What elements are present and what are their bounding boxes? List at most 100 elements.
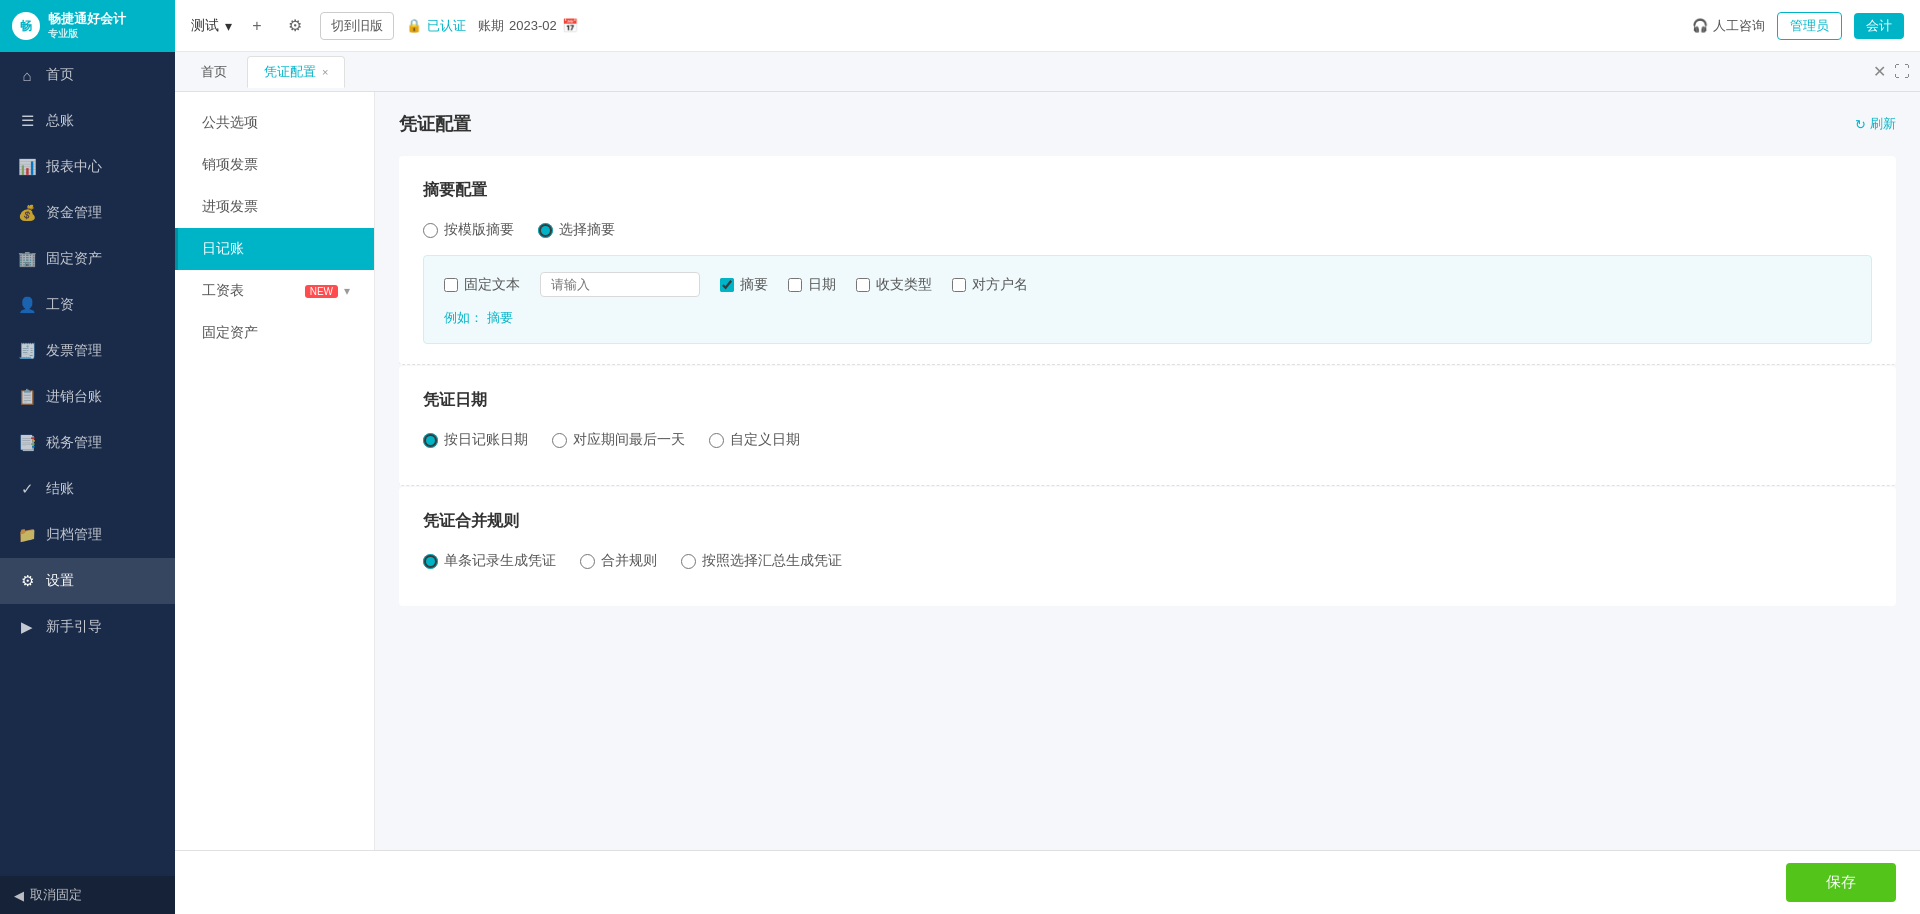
- refresh-icon: ↻: [1855, 117, 1866, 132]
- refresh-button[interactable]: ↻ 刷新: [1855, 115, 1896, 133]
- radio-merge-input[interactable]: [580, 554, 595, 569]
- abstract-radio-group: 按模版摘要 选择摘要: [423, 221, 1872, 239]
- example-prefix: 例如：: [444, 310, 483, 325]
- topbar-right: 🎧 人工咨询 管理员 会计: [1692, 12, 1904, 40]
- checkbox-abstract-input[interactable]: [720, 278, 734, 292]
- tabbar: 首页 凭证配置 × ✕ ⛶: [175, 52, 1920, 92]
- sidebar-item-settings[interactable]: ⚙ 设置: [0, 558, 175, 604]
- ledger-icon: ☰: [18, 112, 36, 130]
- radio-select-label: 选择摘要: [559, 221, 615, 239]
- tab-voucher-config[interactable]: 凭证配置 ×: [247, 56, 345, 88]
- cancel-fixed-button[interactable]: ◀ 取消固定: [0, 876, 175, 914]
- radio-template-input[interactable]: [423, 223, 438, 238]
- sidebar-item-purchase-sales[interactable]: 📋 进销台账: [0, 374, 175, 420]
- left-nav-sales-invoice[interactable]: 销项发票: [175, 144, 374, 186]
- tab-close-icon[interactable]: ×: [322, 66, 328, 78]
- checkbox-abstract[interactable]: 摘要: [720, 276, 768, 294]
- sidebar-item-salary[interactable]: 👤 工资: [0, 282, 175, 328]
- reports-icon: 📊: [18, 158, 36, 176]
- sidebar-item-reports[interactable]: 📊 报表中心: [0, 144, 175, 190]
- tab-close-button[interactable]: ✕: [1873, 62, 1886, 81]
- sidebar-item-label: 总账: [46, 112, 74, 130]
- sidebar-item-ledger[interactable]: ☰ 总账: [0, 98, 175, 144]
- save-button[interactable]: 保存: [1786, 863, 1896, 902]
- date-radio-group: 按日记账日期 对应期间最后一天 自定义日期: [423, 431, 1872, 449]
- sidebar-item-invoice-mgmt[interactable]: 🧾 发票管理: [0, 328, 175, 374]
- tab-expand-button[interactable]: ⛶: [1894, 63, 1910, 81]
- radio-period-last[interactable]: 对应期间最后一天: [552, 431, 685, 449]
- fixed-text-input[interactable]: [540, 272, 700, 297]
- merge-radio-group: 单条记录生成凭证 合并规则 按照选择汇总生成凭证: [423, 552, 1872, 570]
- sidebar-item-tax-mgmt[interactable]: 📑 税务管理: [0, 420, 175, 466]
- sidebar-item-capital[interactable]: 💰 资金管理: [0, 190, 175, 236]
- sidebar-item-home[interactable]: ⌂ 首页: [0, 52, 175, 98]
- tab-home-label: 首页: [201, 63, 227, 81]
- left-nav-fixed-assets[interactable]: 固定资产: [175, 312, 374, 354]
- page-title: 凭证配置: [399, 112, 471, 136]
- sidebar-item-closing[interactable]: ✓ 结账: [0, 466, 175, 512]
- abstract-config-row: 固定文本 摘要 日期 收支类型: [444, 272, 1851, 297]
- radio-journal-date-input[interactable]: [423, 433, 438, 448]
- consult-button[interactable]: 🎧 人工咨询: [1692, 17, 1765, 35]
- sidebar-item-assets[interactable]: 🏢 固定资产: [0, 236, 175, 282]
- radio-custom-date[interactable]: 自定义日期: [709, 431, 800, 449]
- left-nav-journal[interactable]: 日记账: [175, 228, 374, 270]
- sidebar-item-label: 新手引导: [46, 618, 102, 636]
- radio-template-abstract[interactable]: 按模版摘要: [423, 221, 514, 239]
- radio-single-record[interactable]: 单条记录生成凭证: [423, 552, 556, 570]
- checkbox-counterpart-label: 对方户名: [972, 276, 1028, 294]
- topbar: 测试 ▾ + ⚙ 切到旧版 🔒 已认证 账期 2023-02 📅 🎧 人工咨询 …: [175, 0, 1920, 52]
- radio-single-input[interactable]: [423, 554, 438, 569]
- topbar-period: 账期 2023-02 📅: [478, 17, 578, 35]
- left-nav-journal-label: 日记账: [202, 240, 244, 256]
- checkbox-counterpart-input[interactable]: [952, 278, 966, 292]
- radio-select-merge-input[interactable]: [681, 554, 696, 569]
- payroll-chevron-icon: ▾: [344, 284, 350, 298]
- radio-select-merge[interactable]: 按照选择汇总生成凭证: [681, 552, 842, 570]
- radio-period-last-label: 对应期间最后一天: [573, 431, 685, 449]
- sidebar-scroll: ⌂ 首页 ☰ 总账 📊 报表中心 💰 资金管理 🏢 固定资产 👤 工资 🧾 发票…: [0, 52, 175, 876]
- checkbox-fixed-text-input[interactable]: [444, 278, 458, 292]
- checkbox-payment-type-input[interactable]: [856, 278, 870, 292]
- date-config-section: 凭证日期 按日记账日期 对应期间最后一天 自定义日期: [399, 366, 1896, 486]
- tab-home[interactable]: 首页: [185, 57, 243, 87]
- checkbox-counterpart[interactable]: 对方户名: [952, 276, 1028, 294]
- sidebar-item-archive[interactable]: 📁 归档管理: [0, 512, 175, 558]
- user-button[interactable]: 管理员: [1777, 12, 1842, 40]
- left-nav-public[interactable]: 公共选项: [175, 102, 374, 144]
- checkbox-date-input[interactable]: [788, 278, 802, 292]
- tab-actions: ✕ ⛶: [1873, 62, 1910, 81]
- calendar-icon: 📅: [562, 18, 578, 33]
- page-header: 凭证配置 ↻ 刷新: [399, 112, 1896, 136]
- merge-section-title: 凭证合并规则: [423, 511, 1872, 532]
- checkbox-payment-type[interactable]: 收支类型: [856, 276, 932, 294]
- left-nav-sales-label: 销项发票: [202, 156, 258, 172]
- accountant-button[interactable]: 会计: [1854, 13, 1904, 39]
- left-nav-purchase-invoice[interactable]: 进项发票: [175, 186, 374, 228]
- topbar-project[interactable]: 测试 ▾: [191, 17, 232, 35]
- settings-gear-button[interactable]: ⚙: [282, 13, 308, 39]
- sidebar-item-guide[interactable]: ▶ 新手引导: [0, 604, 175, 650]
- sidebar-logo: 畅 畅捷通好会计 专业版: [0, 0, 175, 52]
- checkbox-abstract-label: 摘要: [740, 276, 768, 294]
- closing-icon: ✓: [18, 480, 36, 498]
- checkbox-date[interactable]: 日期: [788, 276, 836, 294]
- home-icon: ⌂: [18, 67, 36, 84]
- radio-custom-date-label: 自定义日期: [730, 431, 800, 449]
- sidebar: 畅 畅捷通好会计 专业版 ⌂ 首页 ☰ 总账 📊 报表中心 💰 资金管理 🏢 固…: [0, 0, 175, 914]
- left-nav-payroll[interactable]: 工资表 NEW ▾: [175, 270, 374, 312]
- add-button[interactable]: +: [244, 13, 270, 39]
- radio-merge-rules[interactable]: 合并规则: [580, 552, 657, 570]
- radio-custom-date-input[interactable]: [709, 433, 724, 448]
- main-area: 测试 ▾ + ⚙ 切到旧版 🔒 已认证 账期 2023-02 📅 🎧 人工咨询 …: [175, 0, 1920, 914]
- radio-journal-date[interactable]: 按日记账日期: [423, 431, 528, 449]
- abstract-example: 例如： 摘要: [444, 309, 1851, 327]
- checkbox-fixed-text-label: 固定文本: [464, 276, 520, 294]
- radio-period-last-input[interactable]: [552, 433, 567, 448]
- checkbox-fixed-text[interactable]: 固定文本: [444, 276, 520, 294]
- radio-select-input[interactable]: [538, 223, 553, 238]
- radio-select-abstract[interactable]: 选择摘要: [538, 221, 615, 239]
- radio-select-merge-label: 按照选择汇总生成凭证: [702, 552, 842, 570]
- example-value: 摘要: [487, 310, 513, 325]
- old-version-button[interactable]: 切到旧版: [320, 12, 394, 40]
